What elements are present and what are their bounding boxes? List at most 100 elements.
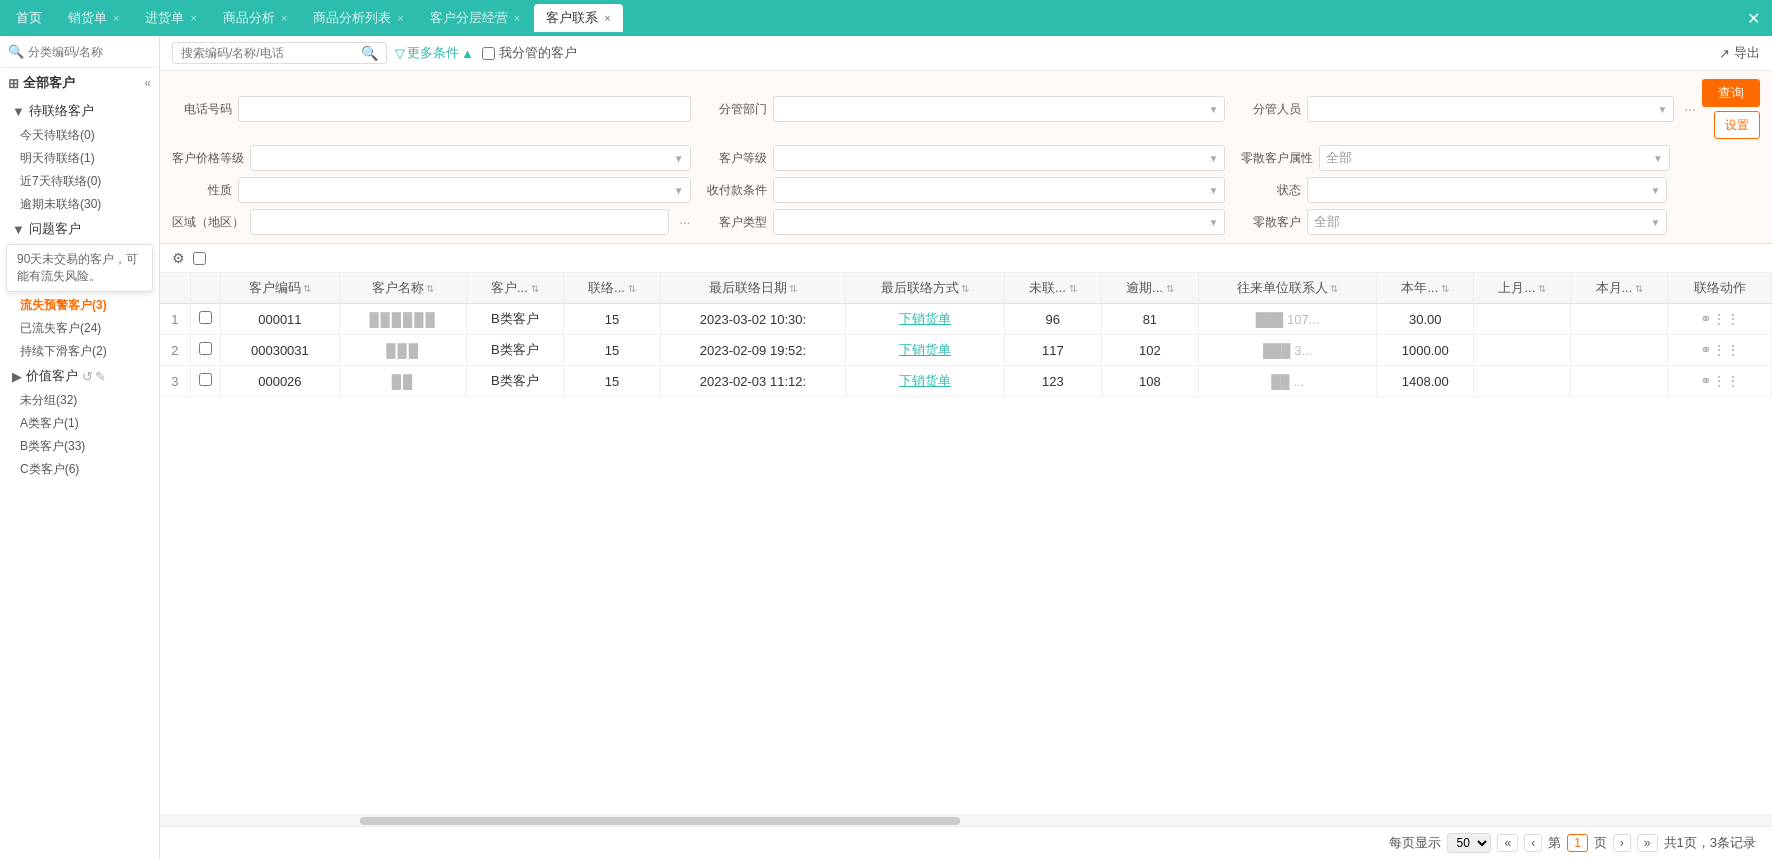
close-sales-tab[interactable]: × — [113, 12, 119, 24]
filter-status-select[interactable]: ▼ — [1307, 177, 1667, 203]
my-customers-checkbox[interactable] — [482, 47, 495, 60]
more-conditions-btn[interactable]: ▽ 更多条件 ▲ — [395, 44, 474, 62]
value-customer-section[interactable]: ▶ 价值客户 ↺ ✎ — [0, 363, 159, 389]
sidebar-item-today[interactable]: 今天待联络(0) — [0, 124, 159, 147]
filter-payment-select[interactable]: ▼ — [773, 177, 1226, 203]
filter-nature-select[interactable]: ▼ — [238, 177, 691, 203]
contact-icon[interactable]: ⚭ — [1700, 373, 1712, 389]
contact-icon[interactable]: ⚭ — [1700, 311, 1712, 327]
window-close-button[interactable]: ✕ — [1739, 9, 1768, 28]
sidebar-item-tomorrow[interactable]: 明天待联络(1) — [0, 147, 159, 170]
tab-customer-layer[interactable]: 客户分层经营 × — [418, 4, 532, 32]
col-last-method[interactable]: 最后联络方式 — [846, 273, 1005, 304]
prev-page-btn[interactable]: ‹ — [1524, 834, 1542, 852]
close-goods-list-tab[interactable]: × — [397, 12, 403, 24]
row-contact-count: 15 — [563, 304, 660, 335]
tab-bar: 首页 销货单 × 进货单 × 商品分析 × 商品分析列表 × 客户分层经营 × … — [0, 0, 1772, 36]
filter-region-dots[interactable]: ··· — [679, 214, 691, 230]
row-checkbox[interactable] — [199, 342, 212, 355]
per-page-select[interactable]: 50 — [1447, 833, 1491, 853]
close-customer-contact-tab[interactable]: × — [604, 12, 610, 24]
gear-icon[interactable]: ⚙ — [172, 250, 185, 266]
tab-goods-analysis-list[interactable]: 商品分析列表 × — [301, 4, 415, 32]
sidebar-search-input[interactable] — [28, 45, 151, 59]
export-button[interactable]: ↗ 导出 — [1719, 44, 1760, 62]
row-last-method[interactable]: 下销货单 — [846, 335, 1005, 366]
sidebar-item-7days[interactable]: 近7天待联络(0) — [0, 170, 159, 193]
tab-sales[interactable]: 销货单 × — [56, 4, 131, 32]
filter-retail-select[interactable]: 全部 ▼ — [1307, 209, 1667, 235]
row-overdue: 102 — [1101, 335, 1198, 366]
col-this-year[interactable]: 本年... — [1377, 273, 1474, 304]
refresh-icon[interactable]: ↺ — [82, 369, 93, 384]
col-last-month[interactable]: 上月... — [1474, 273, 1571, 304]
row-last-method[interactable]: 下销货单 — [846, 304, 1005, 335]
filter-dept-select[interactable]: ▼ — [773, 96, 1226, 122]
sidebar-item-churned[interactable]: 已流失客户(24) — [0, 317, 159, 340]
col-last-date[interactable]: 最后联络日期 — [660, 273, 845, 304]
sidebar-item-overdue[interactable]: 逾期未联络(30) — [0, 193, 159, 216]
query-btn-group: 查询 设置 — [1702, 79, 1760, 139]
col-not-contacted[interactable]: 未联... — [1004, 273, 1101, 304]
main-search-input[interactable] — [181, 46, 361, 60]
filter-customer-type-select[interactable]: ▼ — [773, 209, 1226, 235]
data-table: 客户编码 客户名称 客户... 联络... 最后联络日期 最后联络方式 未联..… — [160, 273, 1772, 397]
query-button[interactable]: 查询 — [1702, 79, 1760, 107]
row-checkbox[interactable] — [199, 373, 212, 386]
filter-retail-label: 零散客户 — [1241, 214, 1301, 231]
row-not-contacted: 96 — [1004, 304, 1101, 335]
tab-home[interactable]: 首页 — [4, 4, 54, 32]
col-type[interactable]: 客户... — [466, 273, 563, 304]
more-action-icon[interactable]: ⋮⋮ — [1712, 342, 1740, 358]
scroll-thumb[interactable] — [360, 817, 960, 825]
problem-customer-section[interactable]: ▼ 问题客户 — [0, 216, 159, 242]
col-this-month[interactable]: 本月... — [1571, 273, 1668, 304]
close-goods-analysis-tab[interactable]: × — [281, 12, 287, 24]
horizontal-scrollbar[interactable] — [160, 814, 1772, 826]
row-last-method[interactable]: 下销货单 — [846, 366, 1005, 397]
more-action-icon[interactable]: ⋮⋮ — [1712, 311, 1740, 327]
sidebar-item-churn-warning[interactable]: 流失预警客户(3) — [0, 294, 159, 317]
filter-manager-dots[interactable]: ··· — [1684, 101, 1696, 117]
contact-icon[interactable]: ⚭ — [1700, 342, 1712, 358]
row-checkbox[interactable] — [199, 311, 212, 324]
main-search-icon[interactable]: 🔍 — [361, 45, 378, 61]
col-contact-count[interactable]: 联络... — [563, 273, 660, 304]
row-this-year: 1000.00 — [1377, 335, 1474, 366]
filter-price-label: 客户价格等级 — [172, 150, 244, 167]
my-customers-toggle[interactable]: 我分管的客户 — [482, 44, 577, 62]
pending-contact-section[interactable]: ▼ 待联络客户 — [0, 98, 159, 124]
filter-retail-attr-select[interactable]: 全部 ▼ — [1319, 145, 1670, 171]
row-num: 2 — [160, 335, 190, 366]
col-name[interactable]: 客户名称 — [340, 273, 467, 304]
row-code: 00030031 — [220, 335, 340, 366]
sidebar-item-declining[interactable]: 持续下滑客户(2) — [0, 340, 159, 363]
filter-region-select[interactable] — [250, 209, 669, 235]
filter-phone-input[interactable] — [238, 96, 691, 122]
tab-customer-contact[interactable]: 客户联系 × — [534, 4, 622, 32]
last-page-btn[interactable]: » — [1637, 834, 1658, 852]
tab-purchase[interactable]: 进货单 × — [133, 4, 208, 32]
sidebar-item-b-class[interactable]: B类客户(33) — [0, 435, 159, 458]
first-page-btn[interactable]: « — [1497, 834, 1518, 852]
sidebar-item-c-class[interactable]: C类客户(6) — [0, 458, 159, 481]
tab-goods-analysis[interactable]: 商品分析 × — [211, 4, 299, 32]
filter-manager-select[interactable]: ▼ — [1307, 96, 1674, 122]
filter-status: 状态 ▼ — [1241, 177, 1760, 203]
col-overdue[interactable]: 逾期... — [1101, 273, 1198, 304]
edit-icon[interactable]: ✎ — [95, 369, 106, 384]
sidebar-item-a-class[interactable]: A类客户(1) — [0, 412, 159, 435]
sidebar-item-ungrouped[interactable]: 未分组(32) — [0, 389, 159, 412]
close-purchase-tab[interactable]: × — [190, 12, 196, 24]
more-action-icon[interactable]: ⋮⋮ — [1712, 373, 1740, 389]
next-page-btn[interactable]: › — [1613, 834, 1631, 852]
filter-price-select[interactable]: ▼ — [250, 145, 691, 171]
col-contact-person[interactable]: 往来单位联系人 — [1198, 273, 1376, 304]
all-customers-title[interactable]: ⊞ 全部客户 « — [0, 68, 159, 98]
select-all-checkbox[interactable] — [193, 252, 206, 265]
filter-customer-level-select[interactable]: ▼ — [773, 145, 1226, 171]
settings-button[interactable]: 设置 — [1714, 111, 1760, 139]
arrow-right-icon: ▶ — [12, 369, 22, 384]
close-customer-layer-tab[interactable]: × — [514, 12, 520, 24]
col-code[interactable]: 客户编码 — [220, 273, 340, 304]
